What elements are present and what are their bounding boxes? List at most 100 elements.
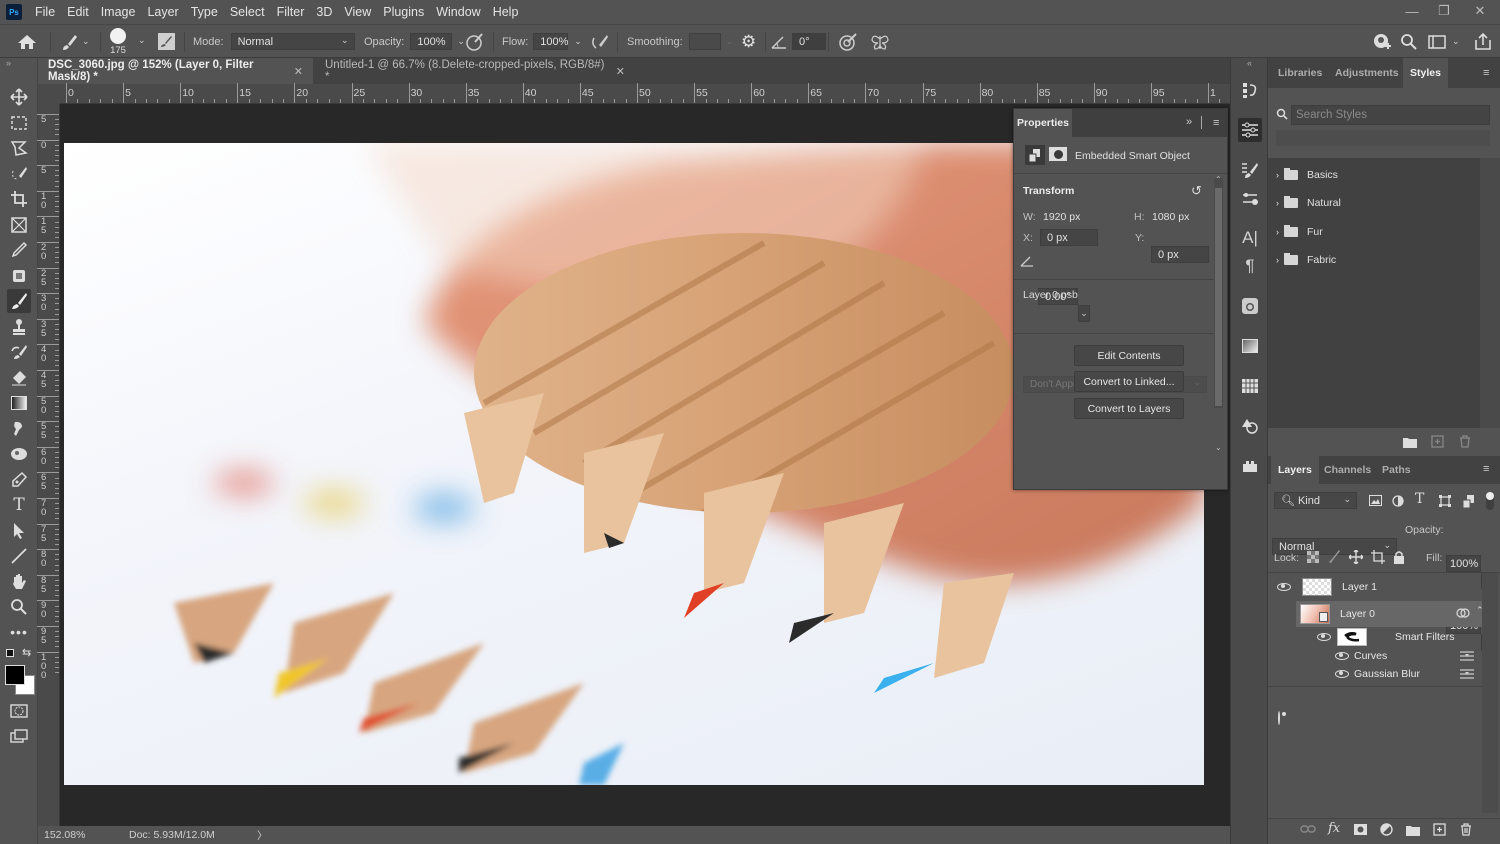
filter-adjustment-layers-button[interactable] bbox=[1392, 495, 1404, 510]
mask-icon[interactable] bbox=[1049, 147, 1067, 161]
zoom-tool[interactable] bbox=[7, 595, 31, 619]
symmetry-button[interactable] bbox=[870, 25, 890, 58]
edit-contents-button[interactable]: Edit Contents bbox=[1074, 345, 1184, 366]
filter-blending-options-icon[interactable] bbox=[1460, 668, 1474, 682]
rotation-angle-dropdown[interactable]: ⌄ bbox=[1078, 305, 1090, 322]
brush-size-picker[interactable]: 175 bbox=[110, 25, 126, 58]
pressure-opacity-button[interactable] bbox=[465, 25, 485, 58]
shapes-panel-button[interactable] bbox=[1238, 414, 1262, 438]
filter-type-layers-button[interactable]: T bbox=[1415, 491, 1424, 507]
chevron-down-icon[interactable]: ⌄ bbox=[138, 35, 146, 46]
paragraph-panel-button[interactable]: ¶ bbox=[1238, 254, 1262, 278]
tab-channels[interactable]: Channels bbox=[1317, 456, 1378, 484]
lock-all-button[interactable] bbox=[1393, 550, 1405, 567]
tool-preset-picker[interactable]: ⌄ bbox=[60, 25, 90, 58]
add-layer-style-button[interactable]: fx bbox=[1328, 821, 1340, 836]
properties-scrollbar[interactable] bbox=[1214, 178, 1223, 408]
pressure-size-button[interactable] bbox=[838, 25, 858, 58]
close-window-button[interactable]: ✕ bbox=[1460, 0, 1500, 22]
minimize-button[interactable]: — bbox=[1396, 0, 1428, 22]
tab-libraries[interactable]: Libraries bbox=[1271, 58, 1329, 88]
filter-mask-thumbnail[interactable] bbox=[1337, 628, 1367, 646]
styles-panel-menu-icon[interactable]: ≡ bbox=[1483, 67, 1489, 79]
flow-input[interactable]: 100% bbox=[533, 33, 568, 50]
search-button[interactable] bbox=[1400, 25, 1418, 58]
history-brush-tool[interactable] bbox=[7, 340, 31, 364]
scroll-up-icon[interactable]: ⌃ bbox=[1215, 175, 1222, 184]
y-position-input[interactable]: 0 px bbox=[1151, 246, 1209, 263]
layers-scrollbar[interactable] bbox=[1482, 573, 1498, 813]
smart-object-icon[interactable] bbox=[1025, 145, 1045, 165]
brush-settings-toggle[interactable] bbox=[158, 25, 175, 58]
collapse-panel-icon[interactable]: » bbox=[1186, 116, 1192, 128]
layer-filter-kind-select[interactable]: 🔍︎ Kind ⌄ bbox=[1274, 492, 1357, 509]
smudge-tool[interactable] bbox=[7, 417, 31, 441]
menu-window[interactable]: Window bbox=[436, 5, 480, 19]
menu-plugins[interactable]: Plugins bbox=[383, 5, 424, 19]
layer-opacity-input[interactable]: 100% bbox=[1446, 555, 1481, 572]
gradients-panel-button[interactable] bbox=[1238, 334, 1262, 358]
menu-3d[interactable]: 3D bbox=[316, 5, 332, 19]
tab-paths[interactable]: Paths bbox=[1375, 456, 1418, 484]
menu-select[interactable]: Select bbox=[230, 5, 265, 19]
new-layer-button[interactable] bbox=[1433, 823, 1446, 839]
collapse-toolbar-icon[interactable]: » bbox=[6, 58, 11, 68]
filter-pixel-layers-button[interactable] bbox=[1369, 495, 1382, 509]
swap-colors-icon[interactable]: ⇆ bbox=[22, 646, 31, 659]
link-layers-button[interactable] bbox=[1300, 824, 1316, 837]
filter-row-gaussian-blur[interactable]: Gaussian Blur bbox=[1272, 665, 1482, 683]
brush-tool[interactable] bbox=[7, 289, 31, 313]
crop-tool[interactable] bbox=[7, 187, 31, 211]
screen-mode-button[interactable] bbox=[7, 724, 31, 748]
ruler-origin[interactable] bbox=[38, 84, 60, 104]
menu-help[interactable]: Help bbox=[493, 5, 519, 19]
close-tab-icon[interactable]: ✕ bbox=[294, 65, 303, 78]
filter-toggle-switch[interactable] bbox=[1486, 492, 1494, 510]
tab-properties[interactable]: Properties bbox=[1014, 109, 1072, 137]
lasso-tool[interactable] bbox=[7, 136, 31, 160]
menu-file[interactable]: File bbox=[35, 5, 55, 19]
smoothing-dropdown[interactable]: ⌄ bbox=[726, 36, 734, 47]
new-style-button[interactable] bbox=[1431, 435, 1444, 451]
brush-settings-panel-button[interactable] bbox=[1238, 187, 1262, 211]
tab-layers[interactable]: Layers bbox=[1271, 456, 1319, 484]
filter-shape-layers-button[interactable] bbox=[1439, 495, 1451, 510]
new-style-group-button[interactable] bbox=[1403, 436, 1417, 451]
opacity-input[interactable]: 100% bbox=[410, 33, 453, 50]
smoothing-options-button[interactable]: ⚙ bbox=[741, 25, 756, 58]
scroll-down-icon[interactable]: ⌄ bbox=[1215, 443, 1222, 452]
styles-search-input[interactable]: Search Styles bbox=[1291, 105, 1490, 125]
horizontal-ruler[interactable]: 0 5 10 15 20 25 30 35 40 45 50 55 60 65 70 75 80 85 90 95 1 bbox=[60, 83, 1255, 104]
layer-row-layer-1[interactable]: Layer 1 bbox=[1272, 574, 1482, 600]
brush-angle-input[interactable]: 0° bbox=[792, 33, 826, 50]
workspace-switcher[interactable]: ⌄ bbox=[1428, 25, 1460, 58]
tab-untitled-1[interactable]: Untitled-1 @ 66.7% (8.Delete-cropped-pix… bbox=[315, 58, 635, 84]
foreground-color-swatch[interactable] bbox=[5, 665, 25, 685]
path-selection-tool[interactable] bbox=[7, 519, 31, 543]
frame-tool[interactable] bbox=[7, 213, 31, 237]
lock-artboard-button[interactable] bbox=[1371, 550, 1385, 567]
layer-row-layer-0[interactable]: Layer 0 ⌃ bbox=[1296, 601, 1496, 627]
airbrush-button[interactable] bbox=[590, 25, 610, 58]
clone-stamp-tool[interactable] bbox=[7, 315, 31, 339]
lock-position-button[interactable] bbox=[1348, 549, 1364, 567]
menu-filter[interactable]: Filter bbox=[277, 5, 305, 19]
filter-row-curves[interactable]: Curves bbox=[1272, 647, 1482, 665]
restore-button[interactable]: ❐ bbox=[1428, 0, 1460, 22]
lock-transparent-pixels-button[interactable] bbox=[1307, 551, 1319, 566]
hand-tool[interactable] bbox=[7, 570, 31, 594]
properties-panel-button[interactable] bbox=[1238, 118, 1262, 142]
new-adjustment-layer-button[interactable] bbox=[1380, 823, 1393, 839]
style-group-basics[interactable]: › Basics bbox=[1268, 161, 1480, 189]
height-value[interactable]: 1080 px bbox=[1152, 211, 1189, 223]
scroll-thumb[interactable] bbox=[1215, 188, 1222, 406]
quick-mask-button[interactable] bbox=[7, 699, 31, 723]
lock-image-pixels-button[interactable] bbox=[1328, 550, 1341, 567]
type-tool[interactable]: T bbox=[7, 493, 31, 517]
plugins-panel-button[interactable] bbox=[1238, 454, 1262, 478]
pen-tool[interactable] bbox=[7, 468, 31, 492]
move-tool[interactable] bbox=[7, 85, 31, 109]
dodge-tool[interactable] bbox=[7, 442, 31, 466]
quick-selection-tool[interactable] bbox=[7, 162, 31, 186]
zoom-level[interactable]: 152.08% bbox=[44, 829, 124, 841]
